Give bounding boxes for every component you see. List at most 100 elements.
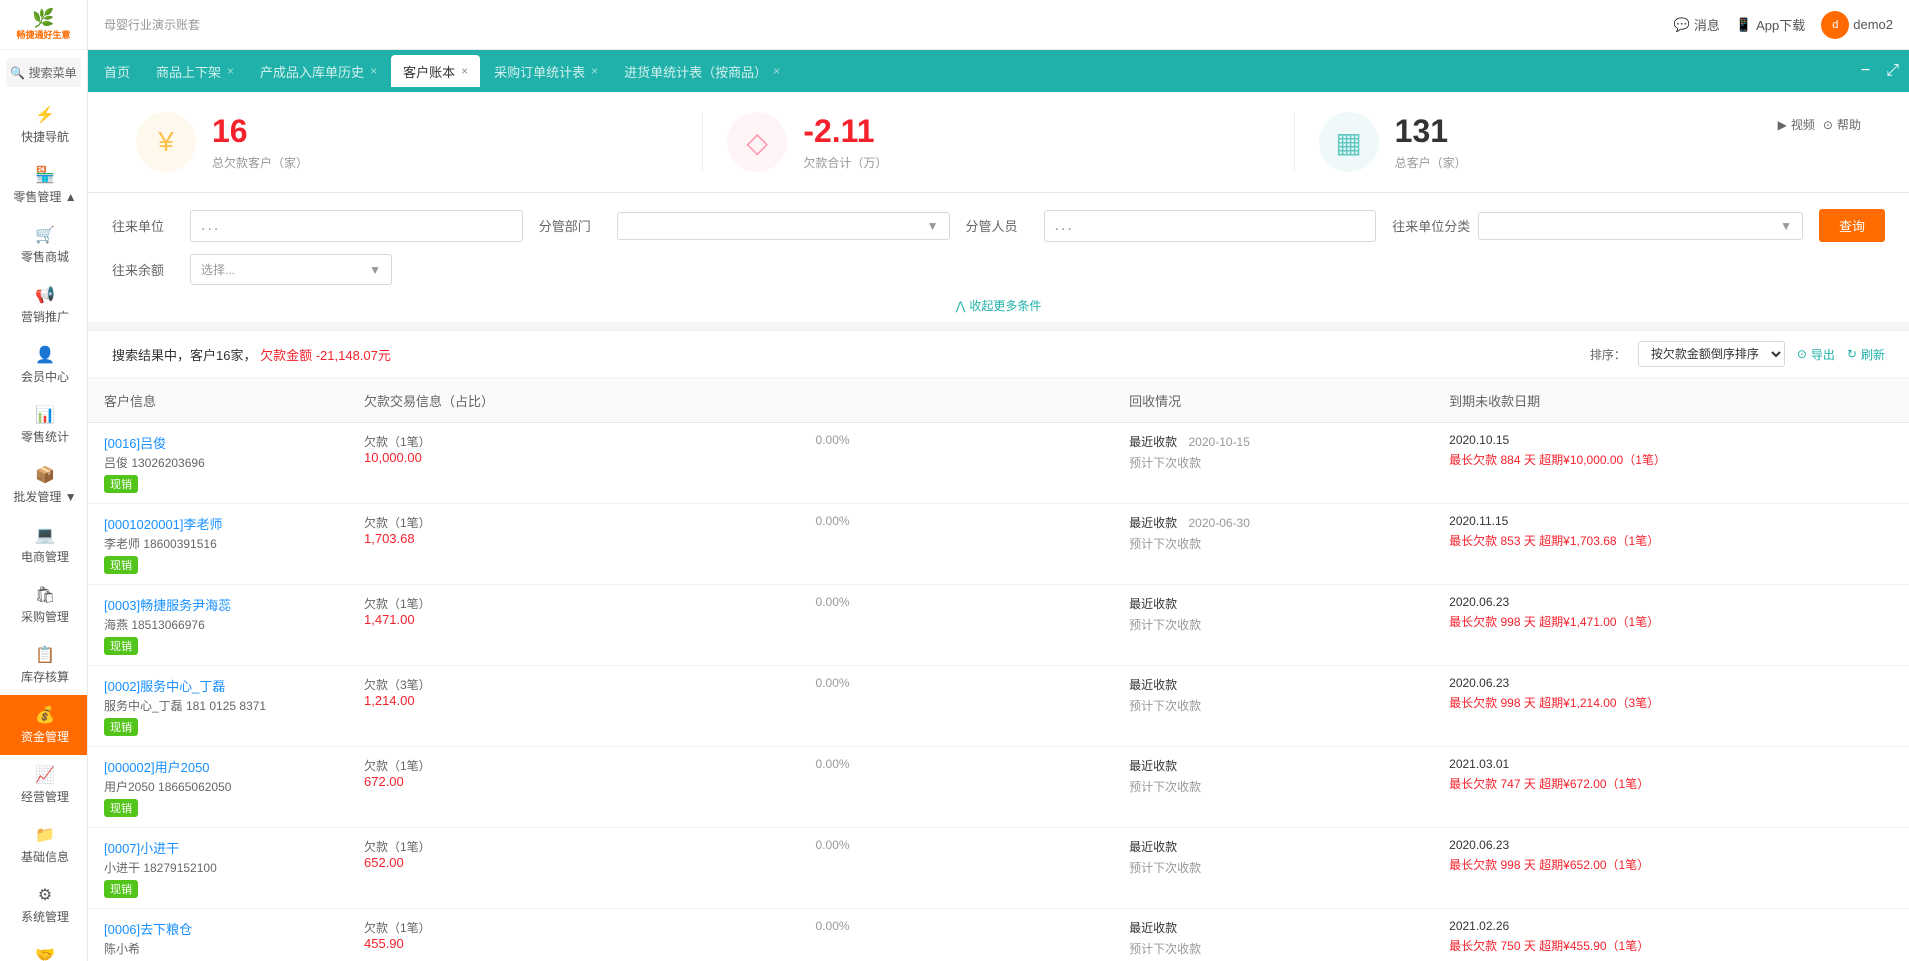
sidebar-item-retail-stats[interactable]: 📊 零售统计 bbox=[0, 395, 87, 455]
last-collection-3: 最近收款 bbox=[1129, 676, 1417, 693]
debt-pct-0: 0.00% bbox=[816, 433, 850, 447]
enterprise-icon: 🤝 bbox=[9, 945, 81, 961]
collapse-button[interactable]: ⋀ 收起更多条件 bbox=[956, 297, 1042, 314]
dept-input[interactable]: ▼ bbox=[617, 212, 950, 240]
cell-due-date-5: 2020.06.23 最长欠款 998 天 超期¥652.00（1笔） bbox=[1433, 828, 1909, 909]
tab-products[interactable]: 商品上下架 × bbox=[144, 55, 246, 87]
dept-label: 分管部门 bbox=[539, 216, 609, 235]
filter-unit-category: 往来单位分类 ▼ bbox=[1392, 212, 1803, 240]
cell-debt-pct-0: 0.00% bbox=[796, 423, 1114, 504]
balance-select[interactable]: 选择... ▼ bbox=[190, 254, 392, 285]
customer-phone-2: 海燕 18513066976 bbox=[104, 616, 332, 633]
sidebar-item-finance[interactable]: 💰 资金管理 bbox=[0, 695, 87, 755]
customer-name-4[interactable]: [000002]用户2050 bbox=[104, 757, 332, 776]
debt-customers-label: 总欠款客户（家） bbox=[212, 154, 308, 171]
cell-customer-5: [0007]小进干 小进干 18279152100 现销 bbox=[88, 828, 348, 909]
sidebar-item-marketing[interactable]: 📢 营销推广 bbox=[0, 275, 87, 335]
next-collection-2: 预计下次收款 bbox=[1129, 616, 1417, 633]
last-collection-5: 最近收款 bbox=[1129, 838, 1417, 855]
total-customers-info: 131 总客户（家） bbox=[1395, 113, 1467, 171]
app-download-button[interactable]: 📱 App下载 bbox=[1736, 15, 1805, 34]
customer-tag-4: 现销 bbox=[104, 799, 138, 817]
customer-name-2[interactable]: [0003]畅捷服务尹海蕊 bbox=[104, 595, 332, 614]
tab-purchase-order[interactable]: 采购订单统计表 × bbox=[482, 55, 610, 87]
tab-inventory-stats-label: 进货单统计表（按商品） bbox=[624, 62, 767, 81]
message-button[interactable]: 💬 消息 bbox=[1674, 15, 1720, 34]
sidebar-search-area: 🔍 搜索菜单 bbox=[0, 50, 87, 95]
sidebar-item-retail-mgmt[interactable]: 🏪 零售管理 ▲ bbox=[0, 155, 87, 215]
sidebar-item-batch-mgmt[interactable]: 📦 批发管理 ▼ bbox=[0, 455, 87, 515]
user-profile[interactable]: d demo2 bbox=[1821, 11, 1893, 39]
tab-production-close[interactable]: × bbox=[370, 64, 377, 78]
manager-input[interactable]: ... bbox=[1044, 210, 1377, 242]
tab-inventory-stats[interactable]: 进货单统计表（按商品） × bbox=[612, 55, 792, 87]
sidebar-item-basic-info[interactable]: 📁 基础信息 bbox=[0, 815, 87, 875]
overdue-link-5[interactable]: 超期¥652.00（1笔） bbox=[1539, 858, 1649, 872]
message-icon: 💬 bbox=[1674, 17, 1690, 33]
sidebar-item-member[interactable]: 👤 会员中心 bbox=[0, 335, 87, 395]
customer-phone-5: 小进干 18279152100 bbox=[104, 859, 332, 876]
video-button[interactable]: ▶ 视频 bbox=[1778, 116, 1815, 133]
filter-row-2: 往来余额 选择... ▼ bbox=[112, 254, 1885, 285]
tab-customer-account-close[interactable]: × bbox=[461, 64, 468, 78]
tabs-minimize-button[interactable]: − bbox=[1855, 58, 1876, 84]
unit-category-input[interactable]: ▼ bbox=[1478, 212, 1803, 240]
stats-header: ¥ 16 总欠款客户（家） ◇ -2.11 欠款合计（万） ▦ bbox=[88, 92, 1909, 193]
due-date-1: 2020.11.15 bbox=[1449, 514, 1893, 528]
refresh-button[interactable]: ↻ 刷新 bbox=[1847, 346, 1885, 363]
customer-name-6[interactable]: [0006]去下粮仓 bbox=[104, 919, 332, 938]
marketing-icon: 📢 bbox=[9, 285, 81, 305]
search-menu-button[interactable]: 🔍 搜索菜单 bbox=[6, 58, 81, 87]
overdue-link-1[interactable]: 超期¥1,703.68（1笔） bbox=[1539, 534, 1659, 548]
source-unit-input[interactable]: ... bbox=[190, 210, 523, 242]
export-button[interactable]: ⊙ 导出 bbox=[1797, 346, 1835, 363]
help-button[interactable]: ⊙ 帮助 bbox=[1823, 116, 1861, 133]
system-icon: ⚙ bbox=[9, 885, 81, 905]
customer-name-1[interactable]: [0001020001]李老师 bbox=[104, 514, 332, 533]
cell-due-date-6: 2021.02.26 最长欠款 750 天 超期¥455.90（1笔） bbox=[1433, 909, 1909, 961]
overdue-days-6: 最长欠款 750 天 bbox=[1449, 939, 1539, 953]
overdue-days-1: 最长欠款 853 天 bbox=[1449, 534, 1539, 548]
sidebar-item-purchase[interactable]: 🛍 采购管理 bbox=[0, 575, 87, 635]
sidebar-item-quick-nav[interactable]: ⚡ 快捷导航 bbox=[0, 95, 87, 155]
tab-purchase-order-close[interactable]: × bbox=[591, 64, 598, 78]
debt-customers-value: 16 bbox=[212, 113, 308, 150]
sidebar-item-operations[interactable]: 📈 经营管理 bbox=[0, 755, 87, 815]
stat-card-total-customers: ▦ 131 总客户（家） ▶ 视频 ⊙ 帮助 bbox=[1295, 112, 1885, 172]
table-row: [000002]用户2050 用户2050 18665062050 现销 欠款（… bbox=[88, 747, 1909, 828]
search-button[interactable]: 查询 bbox=[1819, 209, 1885, 242]
tab-home[interactable]: 首页 bbox=[92, 55, 142, 87]
last-collection-4: 最近收款 bbox=[1129, 757, 1417, 774]
table-row: [0002]服务中心_丁磊 服务中心_丁磊 181 0125 8371 现销 欠… bbox=[88, 666, 1909, 747]
due-date-2: 2020.06.23 bbox=[1449, 595, 1893, 609]
customer-phone-4: 用户2050 18665062050 bbox=[104, 778, 332, 795]
customer-name-0[interactable]: [0016]吕俊 bbox=[104, 433, 332, 452]
tabs-maximize-button[interactable]: ⤢ bbox=[1880, 58, 1905, 84]
overdue-link-4[interactable]: 超期¥672.00（1笔） bbox=[1539, 777, 1649, 791]
tab-inventory-stats-close[interactable]: × bbox=[773, 64, 780, 78]
sidebar-item-retail-mall[interactable]: 🛒 零售商城 bbox=[0, 215, 87, 275]
overdue-link-6[interactable]: 超期¥455.90（1笔） bbox=[1539, 939, 1649, 953]
next-collection-5: 预计下次收款 bbox=[1129, 859, 1417, 876]
overdue-link-3[interactable]: 超期¥1,214.00（3笔） bbox=[1539, 696, 1659, 710]
overdue-link-0[interactable]: 超期¥10,000.00（1笔） bbox=[1539, 453, 1666, 467]
customer-name-3[interactable]: [0002]服务中心_丁磊 bbox=[104, 676, 332, 695]
collapse-chevron-icon: ⋀ bbox=[956, 299, 966, 313]
sidebar-item-enterprise[interactable]: 🤝 企业协同 bbox=[0, 935, 87, 961]
customer-name-5[interactable]: [0007]小进干 bbox=[104, 838, 332, 857]
overdue-days-5: 最长欠款 998 天 bbox=[1449, 858, 1539, 872]
sidebar-item-system[interactable]: ⚙ 系统管理 bbox=[0, 875, 87, 935]
tab-products-close[interactable]: × bbox=[227, 64, 234, 78]
balance-label: 往来余额 bbox=[112, 260, 182, 279]
sort-select[interactable]: 按欠款金额倒序排序 bbox=[1638, 341, 1785, 367]
debt-pct-6: 0.00% bbox=[816, 919, 850, 933]
overdue-link-2[interactable]: 超期¥1,471.00（1笔） bbox=[1539, 615, 1659, 629]
sidebar-item-inventory[interactable]: 📋 库存核算 bbox=[0, 635, 87, 695]
debt-amount-5: 652.00 bbox=[364, 855, 780, 870]
debt-amount-6: 455.90 bbox=[364, 936, 780, 951]
tab-production[interactable]: 产成品入库单历史 × bbox=[248, 55, 389, 87]
filter-area: 往来单位 ... 分管部门 ▼ 分管人员 bbox=[88, 193, 1909, 322]
tab-customer-account[interactable]: 客户账本 × bbox=[391, 55, 480, 87]
retail-mall-icon: 🛒 bbox=[9, 225, 81, 245]
sidebar-item-ecommerce[interactable]: 💻 电商管理 bbox=[0, 515, 87, 575]
